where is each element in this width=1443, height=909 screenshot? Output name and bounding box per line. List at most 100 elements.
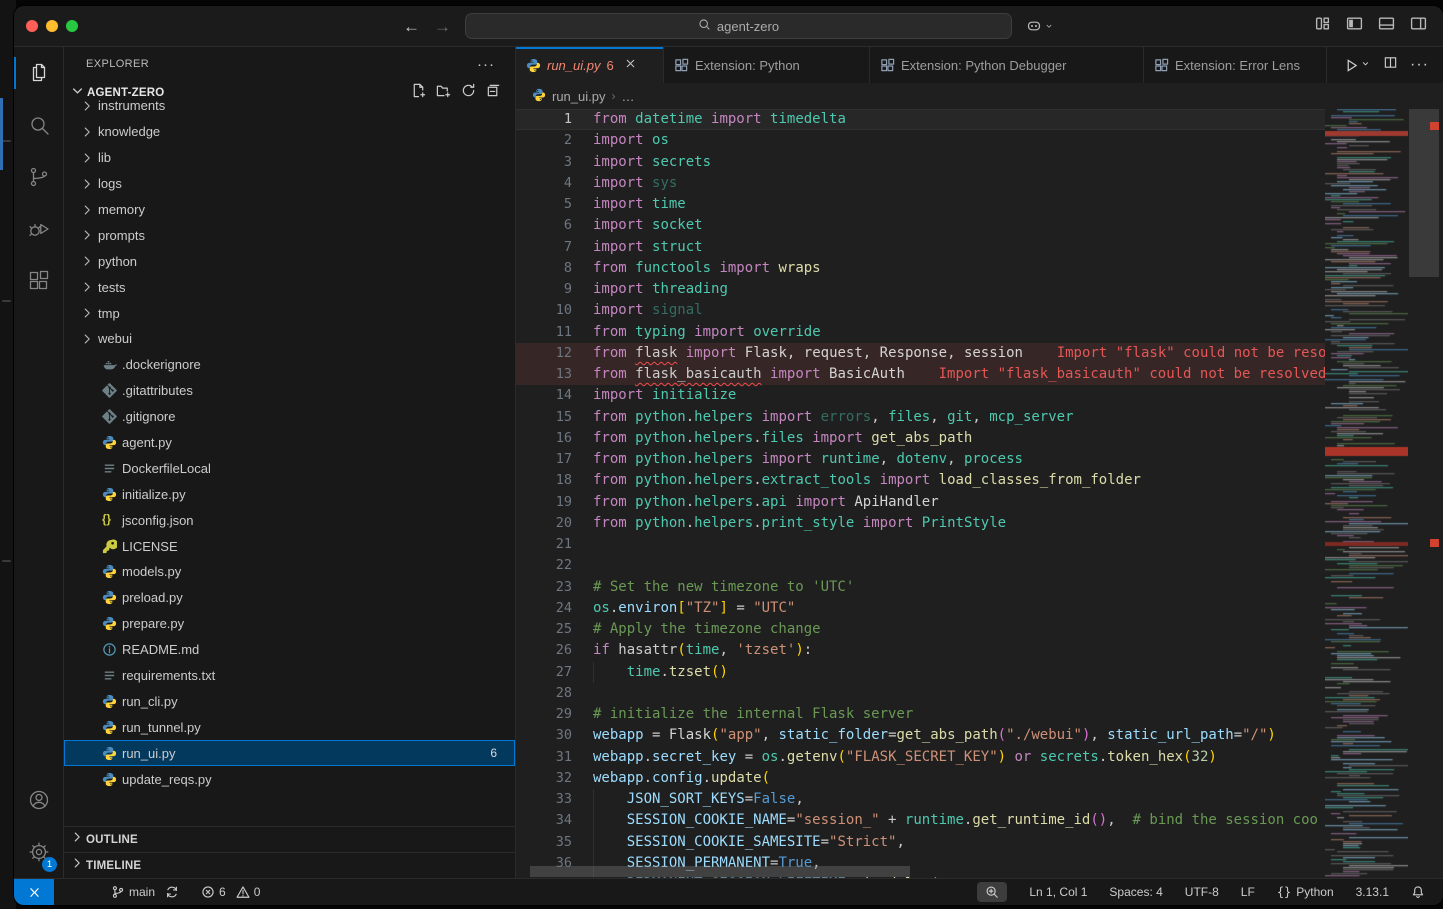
code-line-26[interactable]: 26 if hasattr(time, 'tzset'): — [516, 640, 1325, 661]
status-sync[interactable] — [160, 885, 184, 899]
tree-file-license[interactable]: LICENSE — [64, 533, 515, 559]
more-actions-button[interactable]: ··· — [1410, 56, 1429, 74]
code-editor[interactable]: 1 from datetime import timedelta 2 import o… — [516, 109, 1325, 878]
tab-extension-python[interactable]: Extension: Python — [664, 47, 870, 83]
close-tab-button[interactable] — [624, 57, 637, 73]
tree-file-dockerfilelocal[interactable]: DockerfileLocal — [64, 455, 515, 481]
tree-file-run-ui-py[interactable]: run_ui.py 6 — [64, 740, 515, 767]
code-line-7[interactable]: 7 import struct — [516, 237, 1325, 258]
code-line-30[interactable]: 30 webapp = Flask("app", static_folder=ge… — [516, 725, 1325, 746]
tree-file-models-py[interactable]: models.py — [64, 559, 515, 585]
code-line-17[interactable]: 17 from python.helpers import runtime, do… — [516, 449, 1325, 470]
code-line-14[interactable]: 14 import initialize — [516, 385, 1325, 406]
tab-extension-python-debugger[interactable]: Extension: Python Debugger — [870, 47, 1144, 83]
copilot-button[interactable] — [1026, 18, 1054, 34]
breadcrumb-file[interactable]: run_ui.py — [552, 89, 605, 104]
minimize-window-button[interactable] — [46, 20, 58, 32]
status-screencast-zoom[interactable] — [977, 882, 1008, 902]
tree-file-prepare-py[interactable]: prepare.py — [64, 611, 515, 637]
tree-folder-python[interactable]: python — [64, 248, 515, 274]
tree-file-requirements-txt[interactable]: requirements.txt — [64, 663, 515, 689]
zoom-window-button[interactable] — [66, 20, 78, 32]
status-encoding[interactable]: UTF-8 — [1185, 885, 1219, 899]
tree-folder-logs[interactable]: logs — [64, 171, 515, 197]
code-line-1[interactable]: 1 from datetime import timedelta — [516, 109, 1325, 131]
code-line-28[interactable]: 28 — [516, 683, 1325, 704]
tree-file-initialize-py[interactable]: initialize.py — [64, 481, 515, 507]
vertical-scrollbar[interactable] — [1408, 109, 1443, 878]
activity-extensions-button[interactable] — [14, 255, 63, 307]
code-line-24[interactable]: 24 os.environ["TZ"] = "UTC" — [516, 598, 1325, 619]
code-line-3[interactable]: 3 import secrets — [516, 152, 1325, 173]
minimap[interactable] — [1325, 109, 1408, 878]
code-line-31[interactable]: 31 webapp.secret_key = os.getenv("FLASK_S… — [516, 747, 1325, 768]
tree-file--dockerignore[interactable]: .dockerignore — [64, 352, 515, 378]
tree-folder-webui[interactable]: webui — [64, 326, 515, 352]
tree-file-agent-py[interactable]: agent.py — [64, 430, 515, 456]
tree-file-preload-py[interactable]: preload.py — [64, 585, 515, 611]
run-dropdown-button[interactable] — [1360, 56, 1371, 74]
tab-run-ui-py[interactable]: run_ui.py 6 — [516, 47, 664, 83]
activity-run-debug-button[interactable] — [14, 203, 63, 255]
code-line-6[interactable]: 6 import socket — [516, 215, 1325, 236]
status-notifications[interactable] — [1411, 885, 1425, 899]
tree-file-run-tunnel-py[interactable]: run_tunnel.py — [64, 714, 515, 740]
tree-folder-instruments[interactable]: instruments — [64, 93, 515, 119]
tree-folder-tests[interactable]: tests — [64, 274, 515, 300]
tree-folder-tmp[interactable]: tmp — [64, 300, 515, 326]
command-center-search[interactable]: agent-zero — [465, 13, 1012, 39]
explorer-more-actions-button[interactable]: ··· — [477, 56, 495, 73]
tree-folder-memory[interactable]: memory — [64, 197, 515, 223]
code-line-33[interactable]: 33 JSON_SORT_KEYS=False, — [516, 789, 1325, 811]
navigate-forward-button[interactable]: → — [434, 18, 451, 35]
scrollbar-slider[interactable] — [1409, 109, 1439, 277]
tree-file-readme-md[interactable]: README.md — [64, 637, 515, 663]
code-line-13[interactable]: 13 from flask_basicauth import BasicAuth … — [516, 364, 1325, 386]
code-line-23[interactable]: 23 # Set the new timezone to 'UTC' — [516, 577, 1325, 598]
toggle-secondary-sidebar-button[interactable] — [1410, 15, 1427, 37]
panel-outline[interactable]: OUTLINE — [64, 826, 515, 852]
tree-file--gitignore[interactable]: .gitignore — [64, 404, 515, 430]
close-window-button[interactable] — [26, 20, 38, 32]
code-line-21[interactable]: 21 — [516, 534, 1325, 555]
code-line-29[interactable]: 29 # initialize the internal Flask server — [516, 704, 1325, 725]
code-line-27[interactable]: 27 time.tzset() — [516, 661, 1325, 683]
activity-explorer-button[interactable] — [14, 47, 63, 99]
breadcrumb-symbol[interactable]: … — [621, 89, 634, 104]
status-warnings[interactable]: 0 — [231, 885, 266, 899]
status-branch[interactable]: main — [106, 885, 160, 899]
split-editor-button[interactable] — [1383, 55, 1398, 75]
tree-folder-knowledge[interactable]: knowledge — [64, 119, 515, 145]
code-line-20[interactable]: 20 from python.helpers.print_style import… — [516, 513, 1325, 534]
code-line-12[interactable]: 12 from flask import Flask, request, Resp… — [516, 342, 1325, 364]
tree-file--gitattributes[interactable]: .gitattributes — [64, 378, 515, 404]
code-line-22[interactable]: 22 — [516, 555, 1325, 576]
toggle-primary-sidebar-button[interactable] — [1346, 15, 1363, 37]
code-line-2[interactable]: 2 import os — [516, 130, 1325, 151]
run-python-file-button[interactable] — [1344, 56, 1371, 74]
status-language-mode[interactable]: {} Python — [1277, 885, 1334, 899]
remote-indicator-button[interactable] — [14, 879, 54, 905]
code-line-5[interactable]: 5 import time — [516, 194, 1325, 215]
status-python-version[interactable]: 3.13.1 — [1356, 885, 1389, 899]
status-errors[interactable]: 6 — [196, 885, 231, 899]
code-line-11[interactable]: 11 from typing import override — [516, 322, 1325, 343]
code-line-32[interactable]: 32 webapp.config.update( — [516, 768, 1325, 789]
tree-file-jsconfig-json[interactable]: {} jsconfig.json — [64, 507, 515, 533]
tree-file-run-cli-py[interactable]: run_cli.py — [64, 688, 515, 714]
customize-layout-button[interactable] — [1314, 15, 1331, 37]
code-line-19[interactable]: 19 from python.helpers.api import ApiHand… — [516, 492, 1325, 513]
code-line-10[interactable]: 10 import signal — [516, 300, 1325, 321]
code-line-16[interactable]: 16 from python.helpers.files import get_a… — [516, 428, 1325, 449]
tree-folder-lib[interactable]: lib — [64, 145, 515, 171]
tab-extension-error-lens[interactable]: Extension: Error Lens — [1144, 47, 1327, 83]
code-line-8[interactable]: 8 from functools import wraps — [516, 258, 1325, 279]
panel-timeline[interactable]: TIMELINE — [64, 852, 515, 878]
code-line-35[interactable]: 35 SESSION_COOKIE_SAMESITE="Strict", — [516, 831, 1325, 853]
activity-search-button[interactable] — [14, 99, 63, 151]
code-line-4[interactable]: 4 import sys — [516, 173, 1325, 194]
code-line-25[interactable]: 25 # Apply the timezone change — [516, 619, 1325, 640]
horizontal-scrollbar[interactable] — [530, 866, 910, 877]
navigate-back-button[interactable]: ← — [403, 18, 420, 35]
status-eol[interactable]: LF — [1241, 885, 1255, 899]
